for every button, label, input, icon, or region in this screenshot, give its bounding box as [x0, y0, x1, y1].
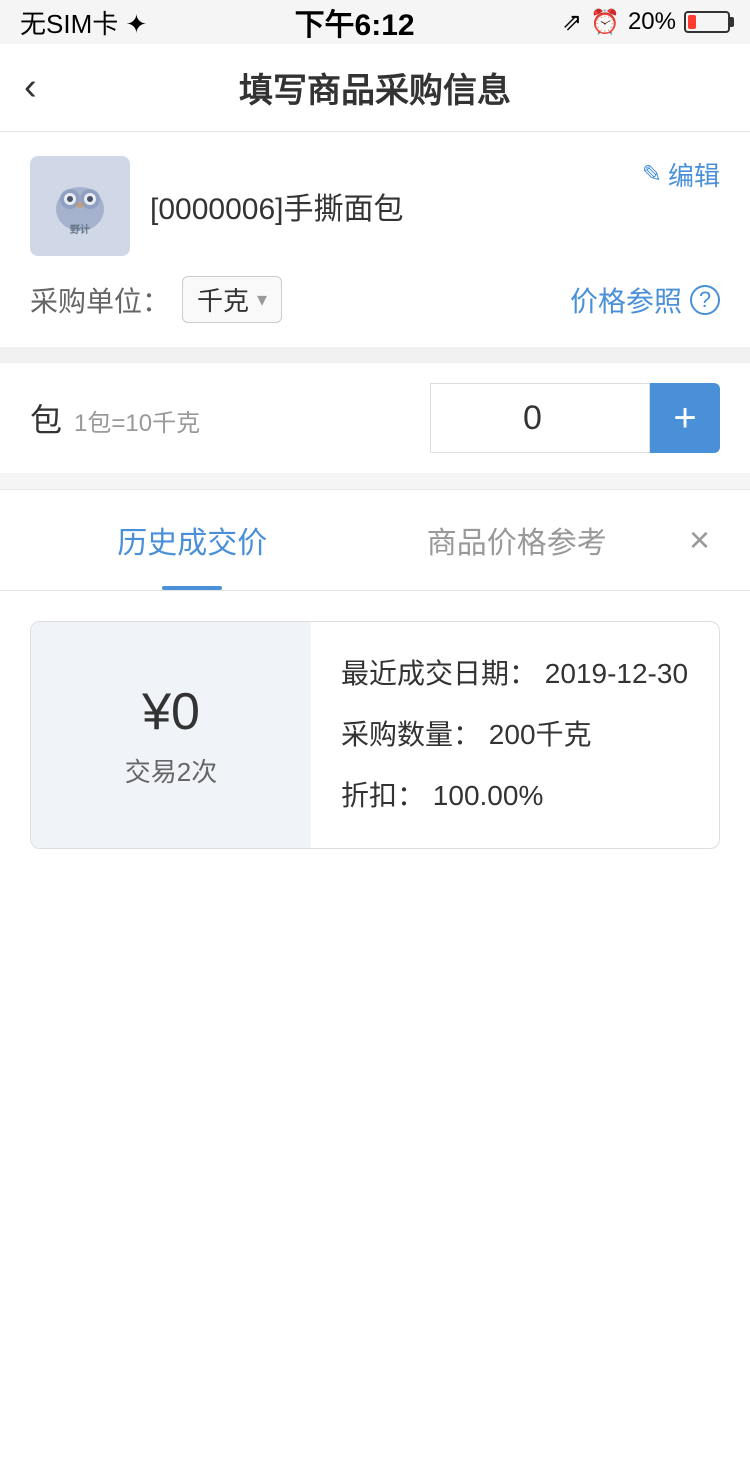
product-title: [0000006]手撕面包: [150, 184, 403, 228]
discount-row: 折扣： 100.00%: [341, 774, 689, 819]
unit-label: 采购单位：: [30, 280, 170, 320]
battery-fill: [688, 15, 696, 29]
nav-bar: ‹ 填写商品采购信息: [0, 44, 750, 132]
edit-button[interactable]: ✎ 编辑: [642, 156, 720, 193]
product-image: 野计: [30, 156, 130, 256]
carrier-text: 无SIM卡 ✦: [20, 4, 147, 41]
history-price-card: ¥0 交易2次 最近成交日期： 2019-12-30 采购数量： 200千克 折…: [30, 621, 720, 849]
unit-select[interactable]: 千克 ▾: [182, 276, 282, 323]
help-icon: ?: [690, 285, 720, 315]
page-title: 填写商品采购信息: [239, 63, 511, 112]
tab-header: 历史成交价 商品价格参考 ×: [0, 490, 750, 591]
quantity-unit-info: 包 1包=10千克: [30, 395, 200, 441]
unit-name: 包: [30, 395, 62, 441]
tab-history-price[interactable]: 历史成交价: [30, 490, 354, 590]
history-trades-count: 交易2次: [125, 752, 217, 789]
location-icon: ⇗: [562, 8, 582, 37]
price-ref-label: 价格参照: [570, 280, 682, 320]
status-bar: 无SIM卡 ✦ 下午6:12 ⇗ ⏰ 20%: [0, 0, 750, 44]
discount-value: 100.00%: [433, 780, 544, 811]
unit-note: 1包=10千克: [74, 403, 200, 438]
svg-text:野计: 野计: [70, 223, 90, 236]
quantity-input[interactable]: [430, 383, 650, 453]
product-logo-icon: 野计: [45, 171, 115, 241]
quantity-plus-button[interactable]: +: [650, 383, 720, 453]
back-button[interactable]: ‹: [24, 66, 37, 109]
recent-date-label: 最近成交日期：: [341, 658, 537, 689]
discount-label: 折扣：: [341, 780, 425, 811]
tab-product-price-ref[interactable]: 商品价格参考: [354, 490, 678, 590]
product-card: 野计 [0000006]手撕面包 ✎ 编辑 采购单位： 千克 ▾ 价格参照: [0, 132, 750, 347]
recent-date-value: 2019-12-30: [545, 658, 688, 689]
history-price-value: ¥0: [142, 682, 200, 742]
purchase-qty-row: 采购数量： 200千克: [341, 713, 689, 758]
empty-area: [0, 879, 750, 1479]
quantity-row: 包 1包=10千克 +: [0, 363, 750, 473]
history-price-left: ¥0 交易2次: [31, 622, 311, 848]
status-left: 无SIM卡 ✦: [20, 4, 147, 41]
purchase-qty-label: 采购数量：: [341, 719, 481, 750]
status-time: 下午6:12: [295, 0, 415, 44]
chevron-down-icon: ▾: [257, 287, 267, 312]
recent-date-row: 最近成交日期： 2019-12-30: [341, 652, 689, 697]
history-detail-right: 最近成交日期： 2019-12-30 采购数量： 200千克 折扣： 100.0…: [311, 622, 719, 848]
unit-value: 千克: [197, 281, 249, 318]
product-left: 野计 [0000006]手撕面包: [30, 156, 403, 256]
status-right: ⇗ ⏰ 20%: [562, 8, 730, 37]
quantity-input-group: +: [430, 383, 720, 453]
section-divider: [0, 347, 750, 363]
tab-close-button[interactable]: ×: [679, 509, 720, 571]
purchase-qty-value: 200千克: [489, 719, 592, 750]
product-unit-row: 采购单位： 千克 ▾ 价格参照 ?: [30, 276, 720, 323]
tab-section: 历史成交价 商品价格参考 × ¥0 交易2次 最近成交日期： 2019-12-3…: [0, 489, 750, 879]
product-header: 野计 [0000006]手撕面包 ✎ 编辑: [30, 156, 720, 256]
battery-icon: [684, 11, 730, 33]
tab-content: ¥0 交易2次 最近成交日期： 2019-12-30 采购数量： 200千克 折…: [0, 591, 750, 879]
alarm-icon: ⏰: [590, 8, 620, 37]
battery-percent: 20%: [628, 8, 676, 36]
price-ref-button[interactable]: 价格参照 ?: [570, 280, 720, 320]
